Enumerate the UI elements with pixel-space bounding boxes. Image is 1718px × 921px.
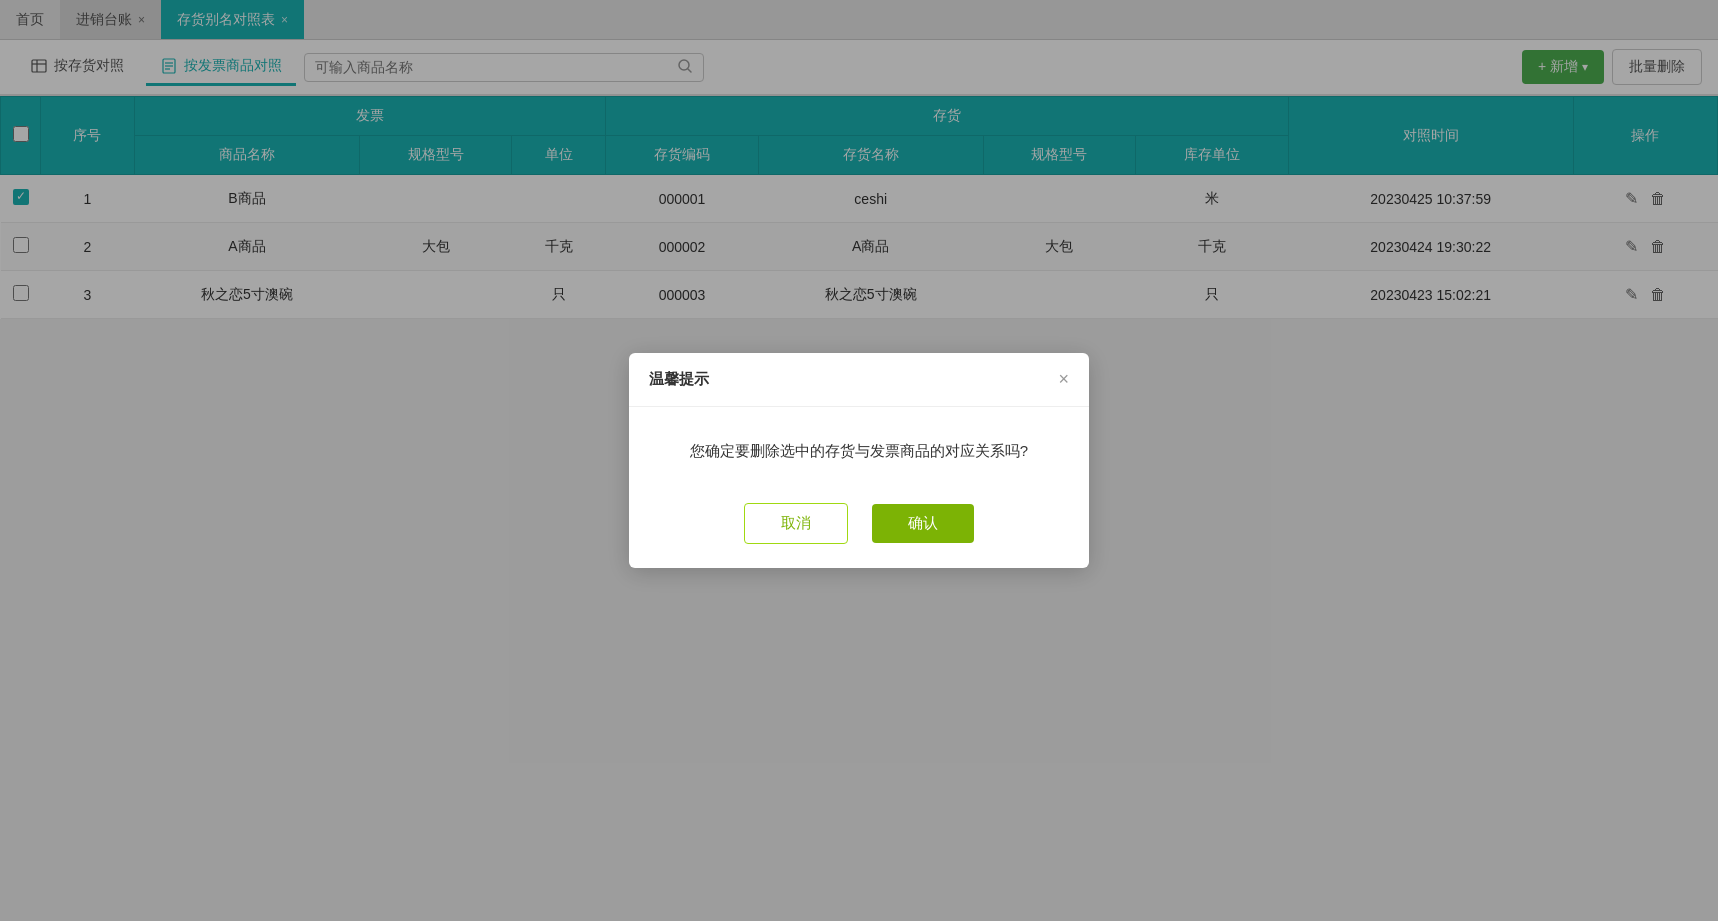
dialog-overlay: 温馨提示 × 您确定要删除选中的存货与发票商品的对应关系吗? 取消 确认 [0,0,1718,319]
